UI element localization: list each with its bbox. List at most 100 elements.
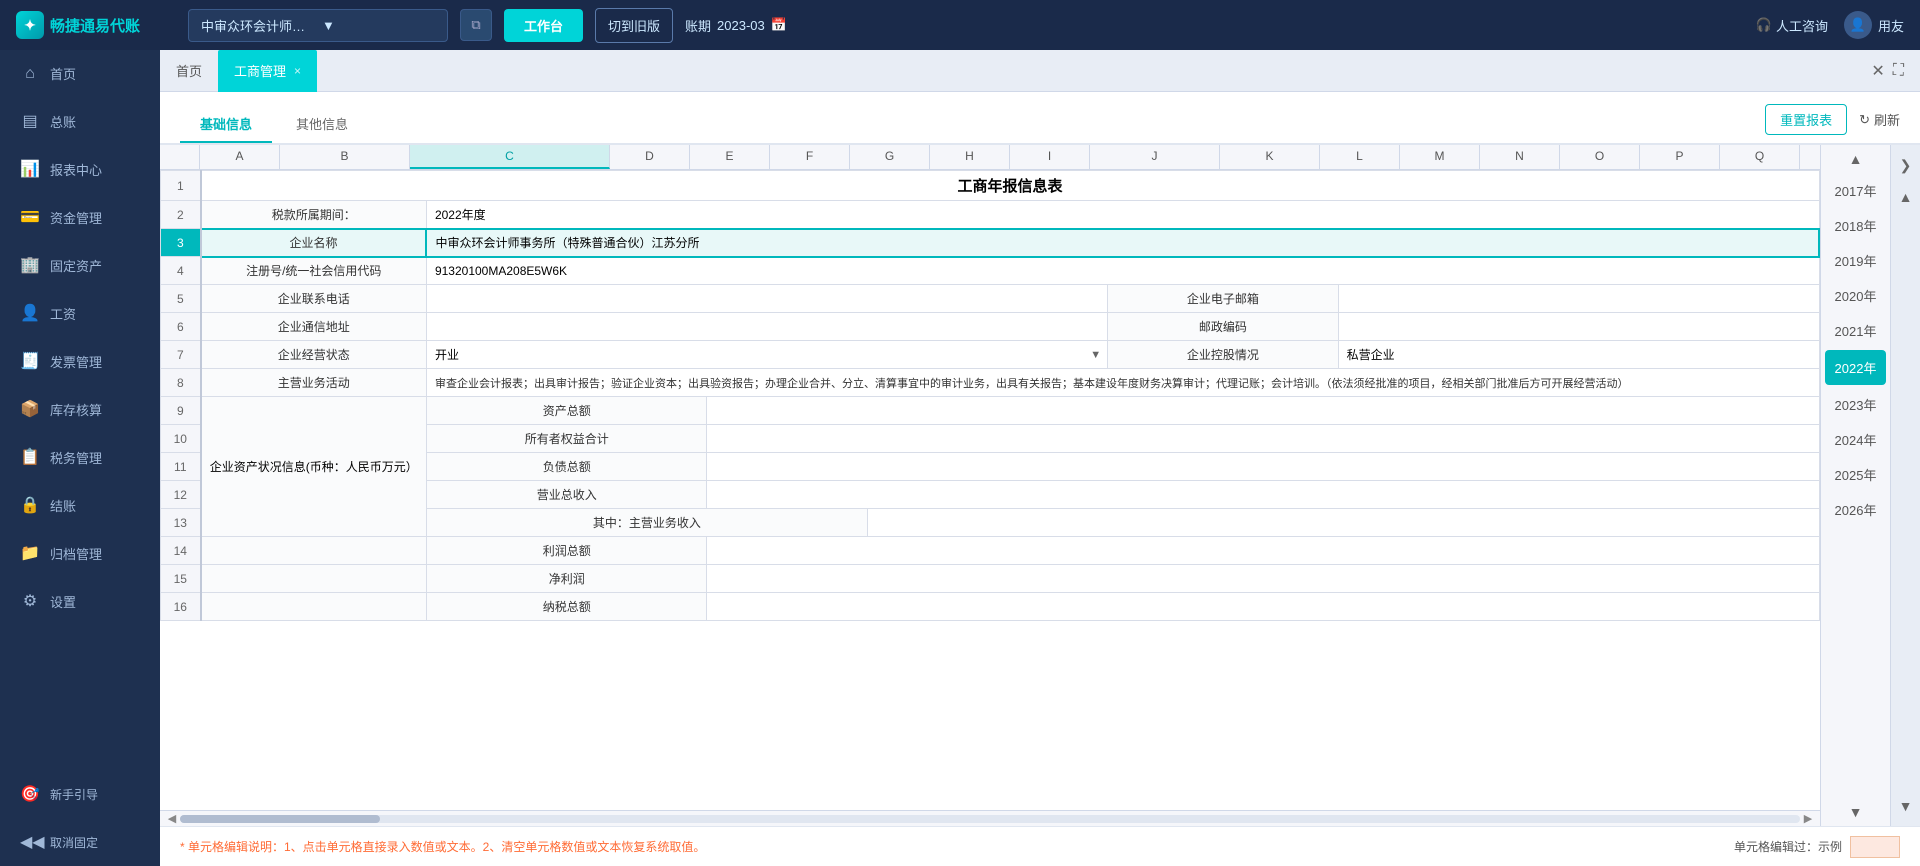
sidebar-label-settings: 设置 — [50, 592, 76, 611]
year-item-2017[interactable]: 2017年 — [1821, 173, 1890, 208]
sidebar-item-newbie[interactable]: 🎯 新手引导 — [0, 770, 160, 818]
cell-14-value[interactable] — [707, 537, 1819, 565]
cell-11-value[interactable] — [707, 453, 1819, 481]
refresh-button[interactable]: ↻ 刷新 — [1859, 110, 1900, 129]
year-item-2024[interactable]: 2024年 — [1821, 422, 1890, 457]
sidebar-item-closing[interactable]: 🔒 结账 — [0, 481, 160, 529]
sidebar-item-report[interactable]: 📊 报表中心 — [0, 145, 160, 193]
collapse-panel-button[interactable]: ❯ — [1894, 153, 1918, 177]
cell-7a-dropdown[interactable]: 开业 ▼ — [426, 341, 1107, 369]
cell-9-merged-label: 企业资产状况信息(币种：人民币万元） — [201, 397, 427, 537]
tab-home[interactable]: 首页 — [160, 50, 218, 92]
table-row: 15 净利润 — [161, 565, 1820, 593]
col-header-row: A B C D E F G H I J K L M N O — [160, 145, 1820, 170]
close-window-icon[interactable]: ✕ — [1871, 61, 1884, 81]
sidebar-label-newbie: 新手引导 — [50, 786, 98, 803]
year-item-2019[interactable]: 2019年 — [1821, 243, 1890, 278]
h-scroll-left-arrow[interactable]: ◀ — [164, 811, 180, 827]
cell-12-value[interactable] — [707, 481, 1819, 509]
newbie-icon: 🎯 — [20, 784, 40, 804]
ledger-icon: ▤ — [20, 111, 40, 131]
sidebar-item-tax[interactable]: 📋 税务管理 — [0, 433, 160, 481]
cell-2-label: 税款所属期间： — [201, 201, 427, 229]
expand-down-button[interactable]: ▼ — [1894, 794, 1918, 818]
year-nav-up[interactable]: ▲ — [1838, 149, 1874, 169]
tab-bizmanage-label: 工商管理 — [234, 61, 286, 80]
row-num-1: 1 — [161, 171, 201, 201]
cell-6a-value[interactable] — [426, 313, 1107, 341]
archive-icon: 📁 — [20, 543, 40, 563]
cell-5b-value[interactable] — [1338, 285, 1819, 313]
sidebar-item-home[interactable]: ⌂ 首页 — [0, 50, 160, 97]
tab-bar-right: ✕ ⛶ — [1871, 61, 1920, 81]
calendar-icon[interactable]: 📅 — [771, 17, 787, 33]
tax-icon: 📋 — [20, 447, 40, 467]
subtab-basic[interactable]: 基础信息 — [180, 106, 272, 143]
cell-2-value[interactable]: 2022年度 — [426, 201, 1819, 229]
cell-10-value[interactable] — [707, 425, 1819, 453]
h-scroll[interactable]: ◀ ▶ — [160, 810, 1820, 826]
table-row: 9 企业资产状况信息(币种：人民币万元） 资产总额 — [161, 397, 1820, 425]
year-nav-bottom: ▼ — [1821, 798, 1890, 826]
cell-8-value[interactable]: 审查企业会计报表；出具审计报告；验证企业资本；出具验资报告；办理企业合并、分立、… — [426, 369, 1819, 397]
col-header-n: N — [1480, 145, 1560, 169]
h-scroll-right-arrow[interactable]: ▶ — [1800, 811, 1816, 827]
logo-icon: ✦ — [16, 11, 44, 39]
cell-9-value[interactable] — [707, 397, 1819, 425]
year-item-2023[interactable]: 2023年 — [1821, 387, 1890, 422]
h-scroll-track[interactable] — [180, 815, 1800, 823]
sidebar-item-invoice[interactable]: 🧾 发票管理 — [0, 337, 160, 385]
sidebar-item-finance[interactable]: 💳 资金管理 — [0, 193, 160, 241]
sidebar-item-settings[interactable]: ⚙ 设置 — [0, 577, 160, 625]
row-num-9: 9 — [161, 397, 201, 425]
year-item-2018[interactable]: 2018年 — [1821, 208, 1890, 243]
cell-16-value[interactable] — [707, 593, 1819, 621]
company-selector[interactable]: 中审众环会计师事务所（特殊普通合伙… ▼ — [188, 9, 448, 42]
sidebar-item-fixed[interactable]: 🏢 固定资产 — [0, 241, 160, 289]
row-num-16: 16 — [161, 593, 201, 621]
sidebar-item-ledger[interactable]: ▤ 总账 — [0, 97, 160, 145]
row-num-3: 3 — [161, 229, 201, 257]
reset-report-button[interactable]: 重置报表 — [1765, 104, 1847, 135]
service-button[interactable]: 🎧 人工咨询 — [1756, 16, 1828, 35]
cell-15-value[interactable] — [707, 565, 1819, 593]
col-header-p: P — [1640, 145, 1720, 169]
year-item-2026[interactable]: 2026年 — [1821, 492, 1890, 527]
cell-4-value[interactable]: 91320100MA208E5W6K — [426, 257, 1819, 285]
sidebar-item-salary[interactable]: 👤 工资 — [0, 289, 160, 337]
sidebar-item-archive[interactable]: 📁 归档管理 — [0, 529, 160, 577]
cell-6b-value[interactable] — [1338, 313, 1819, 341]
cell-13-value[interactable] — [867, 509, 1819, 537]
year-item-2025[interactable]: 2025年 — [1821, 457, 1890, 492]
cell-7b-value[interactable]: 私营企业 — [1338, 341, 1819, 369]
year-item-2020[interactable]: 2020年 — [1821, 278, 1890, 313]
table-row: 1 工商年报信息表 — [161, 171, 1820, 201]
switch-version-button[interactable]: 切到旧版 — [595, 8, 673, 43]
sidebar-item-unpin[interactable]: ◀◀ 取消固定 — [0, 818, 160, 866]
tab-close-icon[interactable]: × — [294, 64, 301, 78]
year-item-2022[interactable]: 2022年 — [1825, 350, 1886, 385]
cell-3-value[interactable]: 中审众环会计师事务所（特殊普通合伙）江苏分所 — [426, 229, 1819, 257]
sidebar-item-inventory[interactable]: 📦 库存核算 — [0, 385, 160, 433]
col-header-m: M — [1400, 145, 1480, 169]
cell-6a-label: 企业通信地址 — [201, 313, 427, 341]
h-scroll-thumb[interactable] — [180, 815, 380, 823]
user-info[interactable]: 👤 用友 — [1844, 11, 1904, 39]
year-nav-down[interactable]: ▼ — [1838, 802, 1874, 822]
workbench-button[interactable]: 工作台 — [504, 9, 583, 42]
table-row: 2 税款所属期间： 2022年度 — [161, 201, 1820, 229]
copy-button[interactable]: ⧉ — [460, 9, 492, 41]
sidebar-label-finance: 资金管理 — [50, 208, 102, 227]
subtab-bar: 基础信息 其他信息 重置报表 ↻ 刷新 — [160, 92, 1920, 145]
tab-bizmanage[interactable]: 工商管理 × — [218, 50, 317, 92]
col-header-j: J — [1090, 145, 1220, 169]
maximize-icon[interactable]: ⛶ — [1893, 62, 1904, 80]
cell-5a-value[interactable] — [426, 285, 1107, 313]
subtab-other[interactable]: 其他信息 — [276, 106, 368, 143]
expand-up-button[interactable]: ▲ — [1894, 185, 1918, 209]
year-item-2021[interactable]: 2021年 — [1821, 313, 1890, 348]
spreadsheet-table: 1 工商年报信息表 2 税款所属期间： 2022年度 — [160, 170, 1820, 621]
fixed-icon: 🏢 — [20, 255, 40, 275]
header-right: 🎧 人工咨询 👤 用友 — [1756, 11, 1904, 39]
sheet-body[interactable]: 1 工商年报信息表 2 税款所属期间： 2022年度 — [160, 170, 1820, 810]
